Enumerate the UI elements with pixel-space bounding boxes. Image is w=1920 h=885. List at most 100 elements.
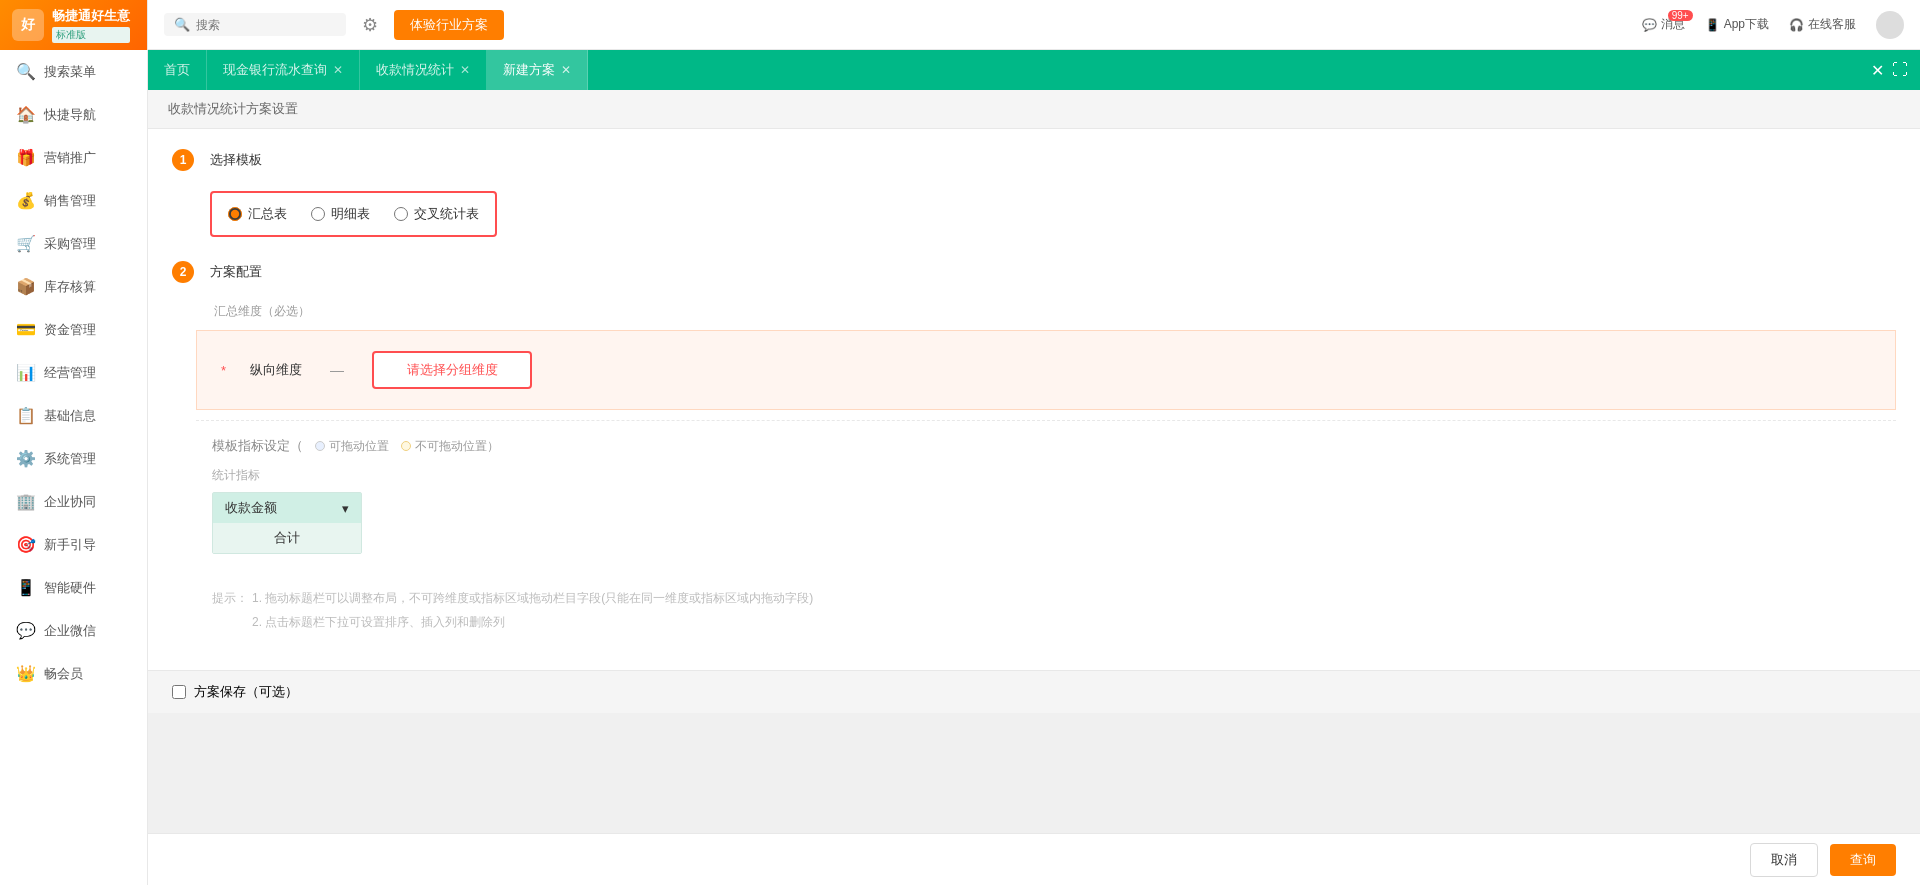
sidebar-label-inventory: 库存核算 <box>44 278 96 296</box>
sidebar-item-operation[interactable]: 📊 经营管理 <box>0 351 147 394</box>
search-icon: 🔍 <box>16 62 36 81</box>
sidebar-label-wechat: 企业微信 <box>44 622 96 640</box>
tab-bank-flow-close[interactable]: ✕ <box>333 63 343 77</box>
basic-info-icon: 📋 <box>16 406 36 425</box>
radio-cross-input[interactable] <box>394 207 408 221</box>
dimension-title: 汇总维度（必选） <box>210 303 1896 320</box>
tab-receipt-stats-close[interactable]: ✕ <box>460 63 470 77</box>
system-icon: ⚙️ <box>16 449 36 468</box>
sidebar-label-marketing: 营销推广 <box>44 149 96 167</box>
metrics-table-header[interactable]: 收款金额 ▾ <box>213 493 361 523</box>
non-draggable-label: 不可拖动位置） <box>415 438 499 455</box>
dimension-placeholder[interactable]: 请选择分组维度 <box>372 351 532 389</box>
dimension-arrow: — <box>330 362 344 378</box>
dimension-row-label: 纵向维度 <box>250 361 302 379</box>
tab-home-label: 首页 <box>164 61 190 79</box>
sidebar-item-enterprise[interactable]: 🏢 企业协同 <box>0 480 147 523</box>
tab-home[interactable]: 首页 <box>148 50 207 90</box>
sidebar-item-quick-nav[interactable]: 🏠 快捷导航 <box>0 93 147 136</box>
enterprise-icon: 🏢 <box>16 492 36 511</box>
marketing-icon: 🎁 <box>16 148 36 167</box>
query-button[interactable]: 查询 <box>1830 844 1896 876</box>
sidebar-item-guide[interactable]: 🎯 新手引导 <box>0 523 147 566</box>
tab-bank-flow[interactable]: 现金银行流水查询 ✕ <box>207 50 360 90</box>
sidebar-item-search[interactable]: 🔍 搜索菜单 <box>0 50 147 93</box>
logo-title: 畅捷通好生意 <box>52 7 130 25</box>
search-input[interactable] <box>196 18 336 32</box>
tab-new-plan-label: 新建方案 <box>503 61 555 79</box>
sidebar-item-purchase[interactable]: 🛒 采购管理 <box>0 222 147 265</box>
tab-receipt-stats[interactable]: 收款情况统计 ✕ <box>360 50 487 90</box>
sidebar-label-search: 搜索菜单 <box>44 63 96 81</box>
sidebar-item-capital[interactable]: 💳 资金管理 <box>0 308 147 351</box>
radio-summary-input[interactable] <box>228 207 242 221</box>
metrics-table: 收款金额 ▾ 合计 <box>212 492 362 554</box>
sidebar-item-wechat[interactable]: 💬 企业微信 <box>0 609 147 652</box>
sidebar-label-member: 畅会员 <box>44 665 83 683</box>
draggable-dot <box>315 441 325 451</box>
service-icon: 🎧 <box>1789 18 1804 32</box>
sidebar-item-hardware[interactable]: 📱 智能硬件 <box>0 566 147 609</box>
logo-badge: 标准版 <box>52 27 130 43</box>
tab-bar-actions: ✕ ⛶ <box>1859 50 1920 90</box>
tab-expand-icon[interactable]: ⛶ <box>1892 61 1908 79</box>
step2-row: 2 方案配置 <box>172 261 1896 283</box>
download-item[interactable]: 📱 App下载 <box>1705 16 1769 33</box>
step2-badge: 2 <box>172 261 194 283</box>
sidebar-label-sales: 销售管理 <box>44 192 96 210</box>
sidebar-item-basic-info[interactable]: 📋 基础信息 <box>0 394 147 437</box>
tab-new-plan-close[interactable]: ✕ <box>561 63 571 77</box>
sidebar-label-purchase: 采购管理 <box>44 235 96 253</box>
sidebar-item-system[interactable]: ⚙️ 系统管理 <box>0 437 147 480</box>
content-area: 收款情况统计方案设置 1 选择模板 汇总表 明细表 交叉统计表 <box>148 90 1920 833</box>
radio-detail-input[interactable] <box>311 207 325 221</box>
non-draggable-dot <box>401 441 411 451</box>
sidebar-label-quick-nav: 快捷导航 <box>44 106 96 124</box>
radio-summary[interactable]: 汇总表 <box>228 205 287 223</box>
service-item[interactable]: 🎧 在线客服 <box>1789 16 1856 33</box>
radio-detail[interactable]: 明细表 <box>311 205 370 223</box>
cancel-button[interactable]: 取消 <box>1750 843 1818 877</box>
tip2-text: 2. 点击标题栏下拉可设置排序、插入列和删除列 <box>252 610 505 634</box>
sidebar-label-enterprise: 企业协同 <box>44 493 96 511</box>
radio-summary-label: 汇总表 <box>248 205 287 223</box>
logo-icon: 好 <box>12 9 44 41</box>
sidebar-label-basic-info: 基础信息 <box>44 407 96 425</box>
draggable-label: 可拖动位置 <box>329 438 389 455</box>
sidebar-label-guide: 新手引导 <box>44 536 96 554</box>
sidebar-label-capital: 资金管理 <box>44 321 96 339</box>
tip1-text: 1. 拖动标题栏可以调整布局，不可跨维度或指标区域拖动栏目字段(只能在同一维度或… <box>252 586 813 610</box>
avatar[interactable] <box>1876 11 1904 39</box>
save-checkbox[interactable] <box>172 685 186 699</box>
message-item[interactable]: 💬 消息 99+ <box>1642 16 1685 33</box>
metrics-header: 模板指标设定（ 可拖动位置 不可拖动位置） <box>212 437 1880 455</box>
search-bar-icon: 🔍 <box>174 17 190 32</box>
service-label: 在线客服 <box>1808 16 1856 33</box>
header-actions: 💬 消息 99+ 📱 App下载 🎧 在线客服 <box>1642 11 1904 39</box>
metrics-stats-label: 统计指标 <box>212 467 1880 484</box>
radio-cross[interactable]: 交叉统计表 <box>394 205 479 223</box>
search-bar[interactable]: 🔍 <box>164 13 346 36</box>
tab-close-all-icon[interactable]: ✕ <box>1871 61 1884 80</box>
member-icon: 👑 <box>16 664 36 683</box>
non-draggable-indicator: 不可拖动位置） <box>401 438 499 455</box>
sidebar-item-inventory[interactable]: 📦 库存核算 <box>0 265 147 308</box>
dimension-zone: * 纵向维度 — 请选择分组维度 <box>196 330 1896 410</box>
sidebar-item-marketing[interactable]: 🎁 营销推广 <box>0 136 147 179</box>
metrics-table-row: 合计 <box>213 523 361 553</box>
tip2: 提示： 2. 点击标题栏下拉可设置排序、插入列和删除列 <box>212 610 1880 634</box>
download-icon: 📱 <box>1705 18 1720 32</box>
tab-new-plan[interactable]: 新建方案 ✕ <box>487 50 588 90</box>
metrics-title: 模板指标设定（ <box>212 437 303 455</box>
save-section: 方案保存（可选） <box>148 670 1920 713</box>
sidebar-item-member[interactable]: 👑 畅会员 <box>0 652 147 695</box>
message-icon: 💬 <box>1642 18 1657 32</box>
form-container: 1 选择模板 汇总表 明细表 交叉统计表 2 <box>148 129 1920 670</box>
tip-label-prefix: 提示： <box>212 586 248 610</box>
inventory-icon: 📦 <box>16 277 36 296</box>
settings-icon[interactable]: ⚙ <box>362 14 378 36</box>
sidebar-item-sales[interactable]: 💰 销售管理 <box>0 179 147 222</box>
main-content: 🔍 ⚙ 体验行业方案 💬 消息 99+ 📱 App下载 🎧 在线客服 首页 <box>148 0 1920 885</box>
sidebar-label-hardware: 智能硬件 <box>44 579 96 597</box>
trial-button[interactable]: 体验行业方案 <box>394 10 504 40</box>
